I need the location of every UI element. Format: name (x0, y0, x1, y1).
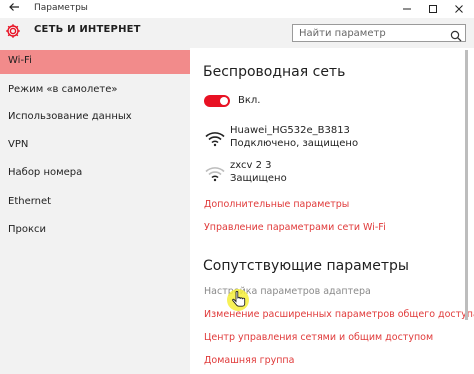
search-icon[interactable] (450, 27, 462, 42)
scrollbar[interactable] (465, 50, 468, 320)
sidebar-item-proxy[interactable]: Прокси (0, 219, 190, 243)
sidebar-item-airplane-mode[interactable]: Режим «в самолете» (0, 79, 190, 103)
search-input[interactable] (293, 25, 449, 41)
sidebar-item-vpn[interactable]: VPN (0, 134, 190, 158)
back-arrow-icon[interactable] (5, 1, 23, 17)
related-heading: Сопутствующие параметры (203, 258, 409, 274)
sidebar-item-ethernet[interactable]: Ethernet (0, 191, 190, 215)
wireless-heading: Беспроводная сеть (203, 64, 346, 80)
sidebar-item-dial-up[interactable]: Набор номера (0, 162, 190, 186)
network-center-link[interactable]: Центр управления сетями и общим доступом (204, 332, 433, 343)
hand-pointer-icon (226, 288, 250, 312)
main-content (190, 48, 474, 374)
wifi-toggle[interactable] (204, 95, 230, 107)
sidebar-item-data-usage[interactable]: Использование данных (0, 106, 190, 130)
search-box[interactable] (292, 24, 466, 42)
wifi-signal-full-icon (204, 129, 226, 147)
minimize-icon[interactable] (394, 0, 420, 18)
sidebar: Wi-Fi Режим «в самолете» Использование д… (0, 48, 190, 374)
network-status: Подключено, защищено (230, 138, 359, 149)
window-title: Параметры (34, 3, 88, 13)
sidebar-item-label: Ethernet (8, 196, 52, 207)
manage-wifi-link[interactable]: Управление параметрами сети Wi-Fi (204, 222, 386, 233)
network-item[interactable]: Huawei_HG532e_B3813 Подключено, защищено (204, 125, 454, 157)
sidebar-item-label: Набор номера (8, 167, 83, 178)
network-item[interactable]: zxcv 2 3 Защищено (204, 160, 454, 192)
sidebar-item-label: Режим «в самолете» (8, 84, 118, 95)
homegroup-link[interactable]: Домашняя группа (204, 355, 294, 366)
close-icon[interactable] (446, 0, 472, 18)
maximize-icon[interactable] (420, 0, 446, 18)
wifi-signal-weak-icon (204, 164, 226, 182)
toggle-label: Вкл. (238, 95, 261, 106)
toggle-knob (220, 97, 228, 105)
gear-icon (5, 23, 21, 39)
additional-settings-link[interactable]: Дополнительные параметры (204, 199, 349, 210)
network-name: zxcv 2 3 (230, 160, 272, 171)
network-status: Защищено (230, 173, 287, 184)
sidebar-item-wifi[interactable]: Wi-Fi (0, 50, 190, 74)
sidebar-item-label: Использование данных (8, 111, 132, 122)
section-title: СЕТЬ И ИНТЕРНЕТ (34, 24, 141, 35)
sidebar-item-label: VPN (8, 139, 29, 150)
sidebar-item-label: Прокси (8, 224, 47, 235)
network-name: Huawei_HG532e_B3813 (230, 125, 350, 136)
sidebar-item-label: Wi-Fi (8, 55, 32, 66)
